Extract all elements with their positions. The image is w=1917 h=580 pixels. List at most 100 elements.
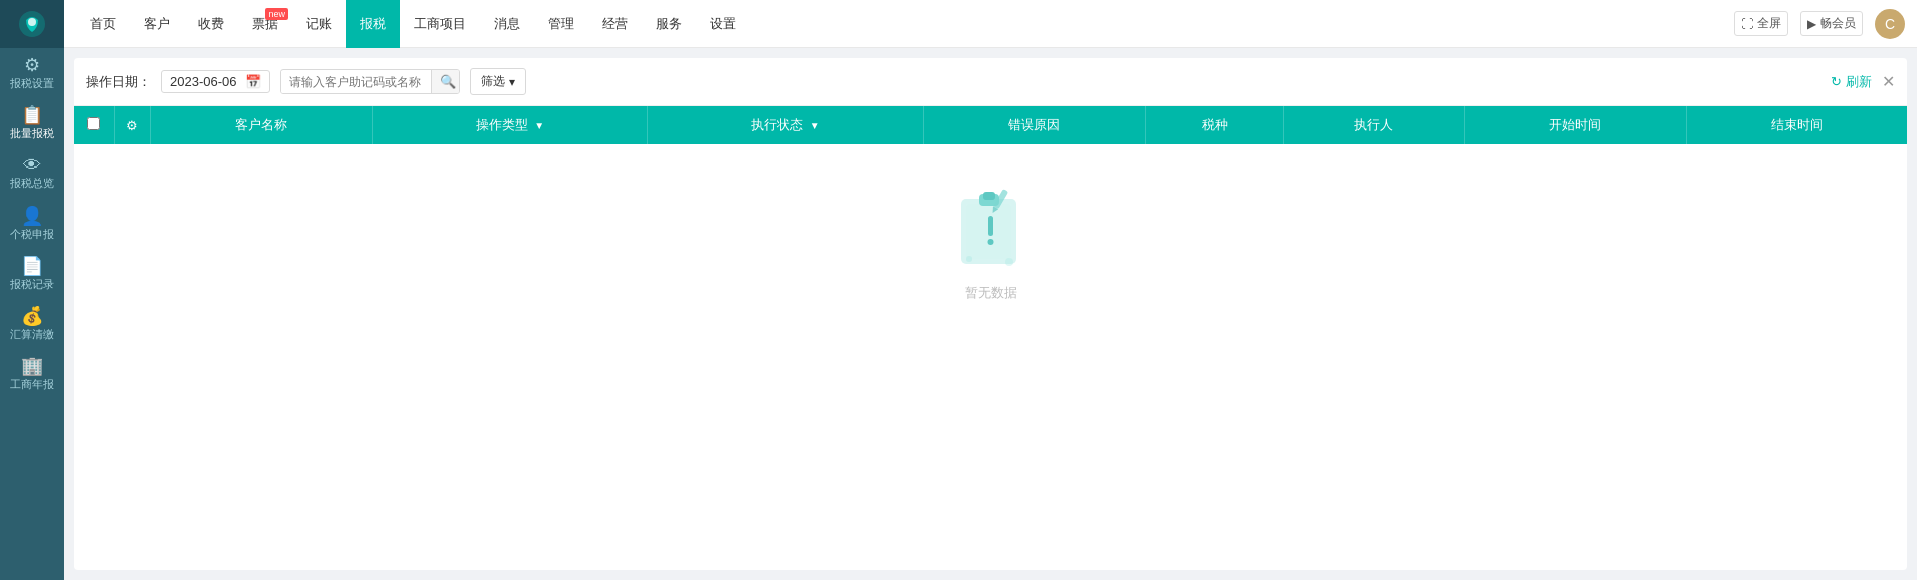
sidebar-label-huisuanjiaona: 汇算清缴 (10, 328, 54, 341)
topnav-item-baoshui[interactable]: 报税 (346, 0, 400, 48)
search-button[interactable]: 🔍 (431, 70, 460, 93)
nav-items: 首页 客户收费票据new 记账 报税工商项目消息 管理 经营 服务 设置 (76, 0, 1734, 48)
th-zhixingren-label: 执行人 (1354, 117, 1393, 132)
th-jieshushijian-label: 结束时间 (1771, 117, 1823, 132)
svg-point-11 (1005, 258, 1013, 266)
th-zhixingstatus[interactable]: 执行状态 ▼ (648, 106, 923, 144)
table-header-row: ⚙ 客户名称 操作类型 ▼ 执行状态 ▼ (74, 106, 1907, 144)
svg-rect-5 (983, 192, 995, 200)
empty-icon (951, 184, 1031, 274)
sidebar-icon-baoshuishezhi: ⚙ (24, 56, 40, 74)
topnav-item-fuwu[interactable]: 服务 (642, 0, 696, 48)
topnav-item-shoufei[interactable]: 收费 (184, 0, 238, 48)
refresh-label: 刷新 (1846, 73, 1872, 91)
sidebar-icon-piliangshuishui: 📋 (21, 106, 43, 124)
topnav-label-kehu: 客户 (144, 15, 170, 33)
sidebar-icon-gongshangnianba: 🏢 (21, 357, 43, 375)
sidebar-icon-huisuanjiaona: 💰 (21, 307, 43, 325)
date-value: 2023-06-06 (170, 74, 237, 89)
sidebar-item-baoshuijilu[interactable]: 📄 报税记录 (0, 249, 64, 299)
fullscreen-label: 全屏 (1757, 15, 1781, 32)
th-kaishishijian: 开始时间 (1464, 106, 1686, 144)
sidebar-item-geshuishenbao[interactable]: 👤 个税申报 (0, 199, 64, 249)
top-nav: 首页 客户收费票据new 记账 报税工商项目消息 管理 经营 服务 设置 ⛶ 全屏 ▶ 畅会员… (64, 0, 1917, 48)
th-checkbox[interactable] (74, 106, 114, 144)
topnav-label-jingying: 经营 (602, 15, 628, 33)
sidebar-icon-geshuishenbao: 👤 (21, 207, 43, 225)
empty-text: 暂无数据 (965, 284, 1017, 302)
member-button[interactable]: ▶ 畅会员 (1800, 11, 1863, 36)
th-caozuoleixing[interactable]: 操作类型 ▼ (372, 106, 647, 144)
nav-right: ⛶ 全屏 ▶ 畅会员 C (1734, 9, 1905, 39)
topnav-item-gongshangxiangmu[interactable]: 工商项目 (400, 0, 480, 48)
sidebar-item-piliangshuishui[interactable]: 📋 批量报税 (0, 98, 64, 148)
th-kehumingcheng: 客户名称 (150, 106, 372, 144)
th-cuowuyuanyin-label: 错误原因 (1008, 117, 1060, 132)
avatar-text: C (1885, 16, 1895, 32)
fullscreen-icon: ⛶ (1741, 17, 1753, 31)
page-content: 操作日期： 2023-06-06 📅 🔍 筛选 ▾ ↻ (64, 48, 1917, 580)
member-label: 畅会员 (1820, 15, 1856, 32)
topnav-label-shezhi: 设置 (710, 15, 736, 33)
gear-icon: ⚙ (126, 118, 138, 133)
sidebar-label-baoshuijilu: 报税记录 (10, 278, 54, 291)
th-zhixingstatus-label: 执行状态 (751, 117, 803, 132)
topnav-label-baoshui: 报税 (360, 15, 386, 33)
fullscreen-button[interactable]: ⛶ 全屏 (1734, 11, 1788, 36)
sidebar-item-baoshuizonglan[interactable]: 👁 报税总览 (0, 148, 64, 198)
topnav-label-guanli: 管理 (548, 15, 574, 33)
date-label: 操作日期： (86, 73, 151, 91)
toolbar-right: ↻ 刷新 ✕ (1831, 73, 1895, 91)
sidebar-label-baoshuizonglan: 报税总览 (10, 177, 54, 190)
search-input[interactable] (281, 71, 431, 93)
topnav-item-guanli[interactable]: 管理 (534, 0, 588, 48)
badge-piaojv: new (265, 8, 288, 21)
th-zhixingren: 执行人 (1284, 106, 1464, 144)
sort-zhixingstatus-icon: ▼ (810, 120, 820, 131)
date-picker[interactable]: 2023-06-06 📅 (161, 70, 270, 93)
avatar[interactable]: C (1875, 9, 1905, 39)
sidebar-label-baoshuishezhi: 报税设置 (10, 77, 54, 90)
th-kehumingcheng-label: 客户名称 (235, 117, 287, 132)
toolbar: 操作日期： 2023-06-06 📅 🔍 筛选 ▾ ↻ (74, 58, 1907, 106)
th-caozuoleixing-label: 操作类型 (476, 117, 528, 132)
sidebar-item-baoshuishezhi[interactable]: ⚙ 报税设置 (0, 48, 64, 98)
topnav-item-shezhi[interactable]: 设置 (696, 0, 750, 48)
filter-button[interactable]: 筛选 ▾ (470, 68, 526, 95)
sidebar: ⚙ 报税设置 📋 批量报税 👁 报税总览 👤 个税申报 📄 报税记录 💰 汇算清… (0, 0, 64, 580)
svg-rect-6 (988, 216, 993, 236)
th-shuizhong-label: 税种 (1202, 117, 1228, 132)
close-button[interactable]: ✕ (1882, 74, 1895, 90)
select-all-checkbox[interactable] (87, 117, 100, 130)
topnav-label-home: 首页 (90, 15, 116, 33)
th-jieshushijian: 结束时间 (1686, 106, 1907, 144)
video-icon: ▶ (1807, 17, 1816, 31)
refresh-button[interactable]: ↻ 刷新 (1831, 73, 1872, 91)
sidebar-label-gongshangnianba: 工商年报 (10, 378, 54, 391)
th-gear[interactable]: ⚙ (114, 106, 150, 144)
chevron-down-icon: ▾ (509, 75, 515, 89)
topnav-item-jizhang[interactable]: 记账 (292, 0, 346, 48)
topnav-item-kehu[interactable]: 客户 (130, 0, 184, 48)
topnav-item-xiaoxi[interactable]: 消息 (480, 0, 534, 48)
topnav-label-xiaoxi: 消息 (494, 15, 520, 33)
sort-caozuoleixing-icon: ▼ (534, 120, 544, 131)
refresh-icon: ↻ (1831, 74, 1842, 89)
topnav-label-fuwu: 服务 (656, 15, 682, 33)
topnav-label-jizhang: 记账 (306, 15, 332, 33)
table-wrap: ⚙ 客户名称 操作类型 ▼ 执行状态 ▼ (74, 106, 1907, 570)
main-area: 首页 客户收费票据new 记账 报税工商项目消息 管理 经营 服务 设置 ⛶ 全屏 ▶ 畅会员… (64, 0, 1917, 580)
topnav-item-home[interactable]: 首页 (76, 0, 130, 48)
sidebar-item-gongshangnianba[interactable]: 🏢 工商年报 (0, 349, 64, 399)
sidebar-item-huisuanjiaona[interactable]: 💰 汇算清缴 (0, 299, 64, 349)
sidebar-label-geshuishenbao: 个税申报 (10, 228, 54, 241)
filter-label: 筛选 (481, 73, 505, 90)
app-logo (0, 0, 64, 48)
empty-state: 暂无数据 (74, 144, 1907, 342)
topnav-item-jingying[interactable]: 经营 (588, 0, 642, 48)
topnav-item-piaojv[interactable]: 票据new (238, 0, 292, 48)
table-panel: 操作日期： 2023-06-06 📅 🔍 筛选 ▾ ↻ (74, 58, 1907, 570)
search-icon: 🔍 (440, 74, 456, 89)
sidebar-icon-baoshuizonglan: 👁 (23, 156, 41, 174)
th-shuizhong: 税种 (1145, 106, 1283, 144)
